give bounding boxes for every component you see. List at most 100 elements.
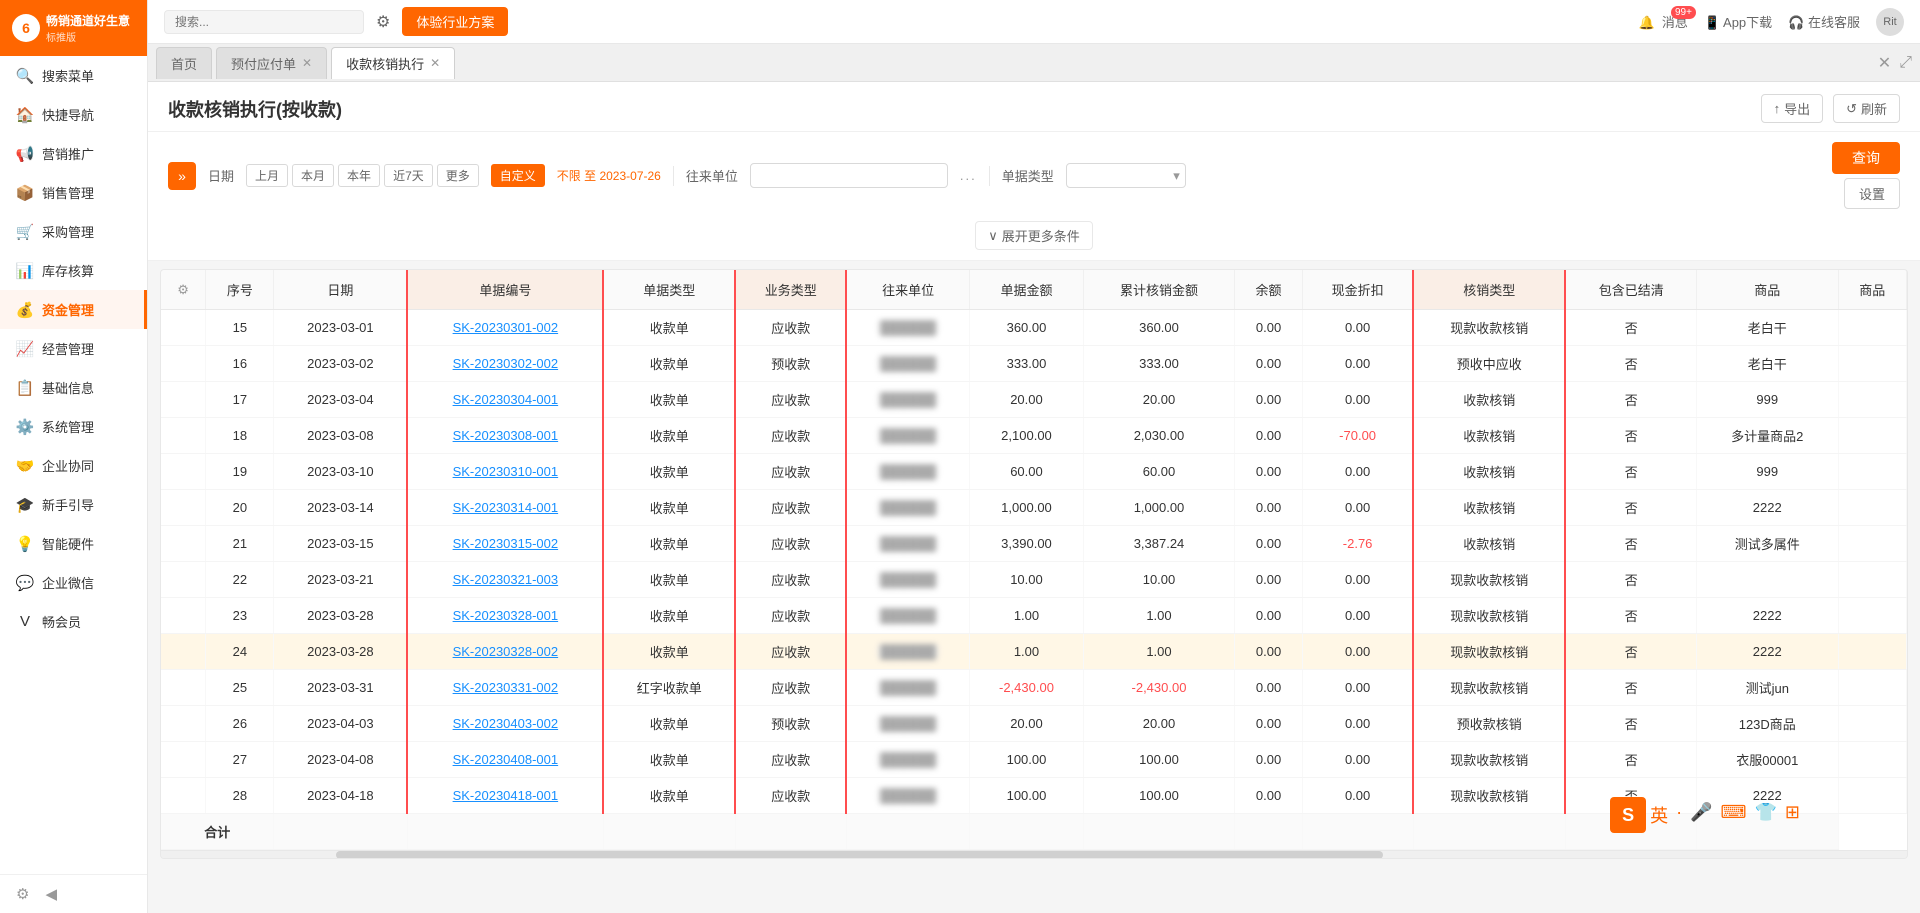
voucher-no-link[interactable]: SK-20230403-002 bbox=[453, 716, 559, 731]
voucher-no-link[interactable]: SK-20230310-001 bbox=[453, 464, 559, 479]
sidebar-item-marketing[interactable]: 📢营销推广 bbox=[0, 134, 147, 173]
voucher-no-link[interactable]: SK-20230301-002 bbox=[453, 320, 559, 335]
cell-13-12: 否 bbox=[1565, 778, 1696, 814]
sidebar-item-search[interactable]: 🔍搜索菜单 bbox=[0, 56, 147, 95]
cell-10-1: 25 bbox=[206, 670, 274, 706]
table-row: 252023-03-31SK-20230331-002红字收款单应收款█████… bbox=[161, 670, 1907, 706]
cell-7-7: 10.00 bbox=[969, 562, 1083, 598]
sidebar-item-purchase[interactable]: 🛒采购管理 bbox=[0, 212, 147, 251]
voucher-no-link[interactable]: SK-20230418-001 bbox=[453, 788, 559, 803]
sidebar-item-guide[interactable]: 🎓新手引导 bbox=[0, 485, 147, 524]
table-row: 262023-04-03SK-20230403-002收款单预收款██████2… bbox=[161, 706, 1907, 742]
refresh-button[interactable]: ↺ 刷新 bbox=[1833, 94, 1900, 123]
cell-10-13: 测试jun bbox=[1696, 670, 1838, 706]
voucher-no-link[interactable]: SK-20230408-001 bbox=[453, 752, 559, 767]
cell-5-14 bbox=[1838, 490, 1906, 526]
sidebar-bottom: ⚙ ◀ bbox=[0, 874, 147, 913]
cell-6-12: 否 bbox=[1565, 526, 1696, 562]
table-row: 152023-03-01SK-20230301-002收款单应收款██████3… bbox=[161, 310, 1907, 346]
notification-badge[interactable]: 🔔 99+ 消息 bbox=[1638, 12, 1687, 31]
collapse-icon[interactable]: ◀ bbox=[45, 885, 57, 903]
voucher-no-link[interactable]: SK-20230328-002 bbox=[453, 644, 559, 659]
app-download-link[interactable]: 📱 App下载 bbox=[1704, 12, 1772, 31]
expand-label: 展开更多条件 bbox=[1002, 226, 1080, 245]
filter-toggle[interactable]: » bbox=[168, 162, 196, 190]
topbar-gear-icon[interactable]: ⚙ bbox=[376, 12, 390, 32]
cell-7-9: 0.00 bbox=[1234, 562, 1302, 598]
sidebar-item-operations[interactable]: 📈经营管理 bbox=[0, 329, 147, 368]
cell-10-0 bbox=[161, 670, 206, 706]
export-button[interactable]: ↑ 导出 bbox=[1761, 94, 1824, 123]
sidebar-label-quick-nav: 快捷导航 bbox=[42, 105, 94, 124]
voucher-no-link[interactable]: SK-20230321-003 bbox=[453, 572, 559, 587]
custom-date-btn[interactable]: 自定义 bbox=[491, 164, 545, 187]
cell-9-3: SK-20230328-002 bbox=[407, 634, 603, 670]
cell-5-13: 2222 bbox=[1696, 490, 1838, 526]
voucher-no-link[interactable]: SK-20230328-001 bbox=[453, 608, 559, 623]
solution-button[interactable]: 体验行业方案 bbox=[402, 7, 508, 36]
voucher-no-link[interactable]: SK-20230314-001 bbox=[453, 500, 559, 515]
cell-2-8: 20.00 bbox=[1084, 382, 1235, 418]
sidebar-item-member[interactable]: V畅会员 bbox=[0, 602, 147, 641]
sidebar-item-inventory[interactable]: 📊库存核算 bbox=[0, 251, 147, 290]
user-avatar[interactable]: Rit bbox=[1876, 8, 1904, 36]
cell-3-0 bbox=[161, 418, 206, 454]
sidebar-item-quick-nav[interactable]: 🏠快捷导航 bbox=[0, 95, 147, 134]
tab-collection[interactable]: 收款核销执行✕ bbox=[331, 47, 455, 79]
topbar-search-input[interactable] bbox=[164, 10, 364, 34]
cell-11-7: 20.00 bbox=[969, 706, 1083, 742]
cell-9-6: ██████ bbox=[846, 634, 969, 670]
close-window-icon[interactable]: ✕ bbox=[1878, 53, 1891, 73]
tab-close-collection[interactable]: ✕ bbox=[430, 56, 440, 70]
table-row: 172023-03-04SK-20230304-001收款单应收款██████2… bbox=[161, 382, 1907, 418]
sidebar-item-finance[interactable]: 💰资金管理 bbox=[0, 290, 147, 329]
partner-name-blurred: ██████ bbox=[878, 356, 938, 371]
settings-bottom-icon[interactable]: ⚙ bbox=[16, 885, 29, 903]
sidebar-item-hardware[interactable]: 💡智能硬件 bbox=[0, 524, 147, 563]
cell-13-5: 应收款 bbox=[735, 778, 846, 814]
filter-more-dots[interactable]: ... bbox=[960, 168, 977, 183]
cell-13-11: 现款收款核销 bbox=[1413, 778, 1565, 814]
table-settings-icon[interactable]: ⚙ bbox=[177, 282, 189, 297]
col-header-voucher_no: 单据编号 bbox=[407, 270, 603, 310]
date-quick-btn-更多[interactable]: 更多 bbox=[437, 164, 479, 187]
cell-1-0 bbox=[161, 346, 206, 382]
tab-home[interactable]: 首页 bbox=[156, 47, 212, 79]
cell-3-14 bbox=[1838, 418, 1906, 454]
scrollbar-thumb[interactable] bbox=[336, 851, 1384, 859]
cell-11-13: 123D商品 bbox=[1696, 706, 1838, 742]
voucher-type-select[interactable] bbox=[1066, 163, 1186, 188]
date-quick-btn-近7天[interactable]: 近7天 bbox=[384, 164, 433, 187]
sidebar-item-wechat[interactable]: 💬企业微信 bbox=[0, 563, 147, 602]
tab-payable[interactable]: 预付应付单✕ bbox=[216, 47, 327, 79]
sidebar-item-sales[interactable]: 📦销售管理 bbox=[0, 173, 147, 212]
cell-5-0 bbox=[161, 490, 206, 526]
expand-icon: ∨ bbox=[988, 228, 998, 244]
cell-10-9: 0.00 bbox=[1234, 670, 1302, 706]
partner-input[interactable] bbox=[750, 163, 948, 188]
sidebar-item-system[interactable]: ⚙️系统管理 bbox=[0, 407, 147, 446]
online-service-link[interactable]: 🎧 在线客服 bbox=[1788, 12, 1860, 31]
tab-close-payable[interactable]: ✕ bbox=[302, 56, 312, 70]
date-quick-btn-本年[interactable]: 本年 bbox=[338, 164, 380, 187]
date-quick-btn-本月[interactable]: 本月 bbox=[292, 164, 334, 187]
expand-window-icon[interactable]: ⤢ bbox=[1899, 54, 1912, 72]
voucher-no-link[interactable]: SK-20230302-002 bbox=[453, 356, 559, 371]
voucher-no-link[interactable]: SK-20230304-001 bbox=[453, 392, 559, 407]
sidebar-item-collab[interactable]: 🤝企业协同 bbox=[0, 446, 147, 485]
setting-button[interactable]: 设置 bbox=[1844, 178, 1900, 209]
voucher-no-link[interactable]: SK-20230315-002 bbox=[453, 536, 559, 551]
table-row: 232023-03-28SK-20230328-001收款单应收款██████1… bbox=[161, 598, 1907, 634]
sidebar-label-basic: 基础信息 bbox=[42, 378, 94, 397]
voucher-no-link[interactable]: SK-20230308-001 bbox=[453, 428, 559, 443]
voucher-no-link[interactable]: SK-20230331-002 bbox=[453, 680, 559, 695]
date-quick-btn-上月[interactable]: 上月 bbox=[246, 164, 288, 187]
cell-6-1: 21 bbox=[206, 526, 274, 562]
sidebar-item-basic[interactable]: 📋基础信息 bbox=[0, 368, 147, 407]
cell-7-8: 10.00 bbox=[1084, 562, 1235, 598]
cell-0-2: 2023-03-01 bbox=[274, 310, 407, 346]
expand-more-btn[interactable]: ∨ 展开更多条件 bbox=[975, 221, 1093, 250]
query-button[interactable]: 查询 bbox=[1832, 142, 1900, 174]
cell-4-11: 收款核销 bbox=[1413, 454, 1565, 490]
horizontal-scrollbar[interactable] bbox=[161, 850, 1907, 858]
